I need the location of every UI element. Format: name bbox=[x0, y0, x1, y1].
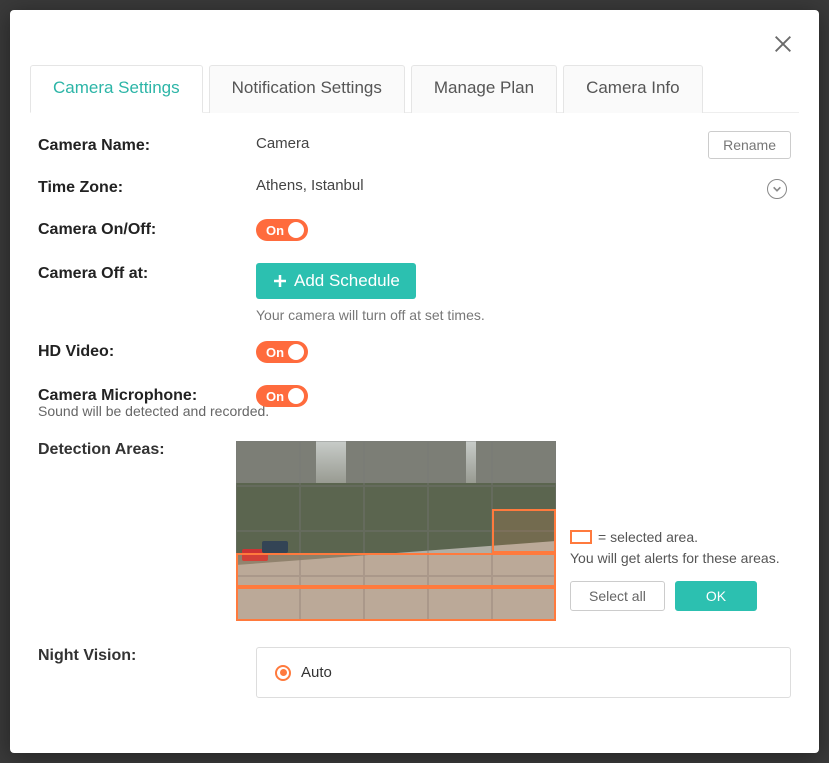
selected-area[interactable] bbox=[236, 553, 556, 587]
close-button[interactable] bbox=[769, 30, 797, 58]
toggle-text: On bbox=[266, 223, 284, 238]
night-vision-options: Auto bbox=[256, 647, 791, 698]
selected-area-legend: = selected area. bbox=[570, 529, 780, 545]
detection-desc: You will get alerts for these areas. bbox=[570, 549, 780, 569]
selected-area[interactable] bbox=[492, 509, 556, 553]
label-detection-areas: Detection Areas: bbox=[38, 441, 256, 459]
label-hd-video: HD Video: bbox=[38, 341, 256, 361]
night-vision-auto-radio[interactable]: Auto bbox=[275, 664, 772, 681]
label-camera-onoff: Camera On/Off: bbox=[38, 219, 256, 239]
label-night-vision: Night Vision: bbox=[38, 647, 256, 665]
camera-settings-modal: Camera Settings Notification Settings Ma… bbox=[10, 10, 819, 753]
plus-icon bbox=[272, 273, 288, 289]
label-camera-mic: Camera Microphone: bbox=[38, 385, 256, 405]
toggle-knob-icon bbox=[288, 222, 304, 238]
add-schedule-label: Add Schedule bbox=[294, 271, 400, 291]
legend-box-icon bbox=[570, 530, 592, 544]
toggle-text: On bbox=[266, 345, 284, 360]
toggle-knob-icon bbox=[288, 388, 304, 404]
label-camera-off-at: Camera Off at: bbox=[38, 263, 256, 283]
tab-content: Camera Name: Camera Rename Time Zone: At… bbox=[30, 113, 799, 698]
detection-preview[interactable] bbox=[236, 441, 556, 621]
label-camera-name: Camera Name: bbox=[38, 135, 256, 155]
night-vision-auto-label: Auto bbox=[301, 664, 332, 681]
toggle-camera-mic[interactable]: On bbox=[256, 385, 308, 407]
schedule-hint: Your camera will turn off at set times. bbox=[256, 307, 791, 323]
toggle-camera-onoff[interactable]: On bbox=[256, 219, 308, 241]
tab-bar: Camera Settings Notification Settings Ma… bbox=[30, 64, 799, 113]
ok-button[interactable]: OK bbox=[675, 581, 757, 611]
tab-manage-plan[interactable]: Manage Plan bbox=[411, 65, 557, 113]
legend-text: = selected area. bbox=[598, 529, 698, 545]
tab-notification-settings[interactable]: Notification Settings bbox=[209, 65, 405, 113]
value-time-zone: Athens, Istanbul bbox=[256, 177, 791, 194]
tab-camera-info[interactable]: Camera Info bbox=[563, 65, 703, 113]
timezone-dropdown-icon[interactable] bbox=[767, 179, 787, 199]
label-time-zone: Time Zone: bbox=[38, 177, 256, 197]
toggle-text: On bbox=[266, 389, 284, 404]
add-schedule-button[interactable]: Add Schedule bbox=[256, 263, 416, 299]
toggle-hd-video[interactable]: On bbox=[256, 341, 308, 363]
selected-area[interactable] bbox=[236, 587, 556, 621]
toggle-knob-icon bbox=[288, 344, 304, 360]
tab-camera-settings[interactable]: Camera Settings bbox=[30, 65, 203, 113]
rename-button[interactable]: Rename bbox=[708, 131, 791, 159]
select-all-button[interactable]: Select all bbox=[570, 581, 665, 611]
radio-icon bbox=[275, 665, 291, 681]
